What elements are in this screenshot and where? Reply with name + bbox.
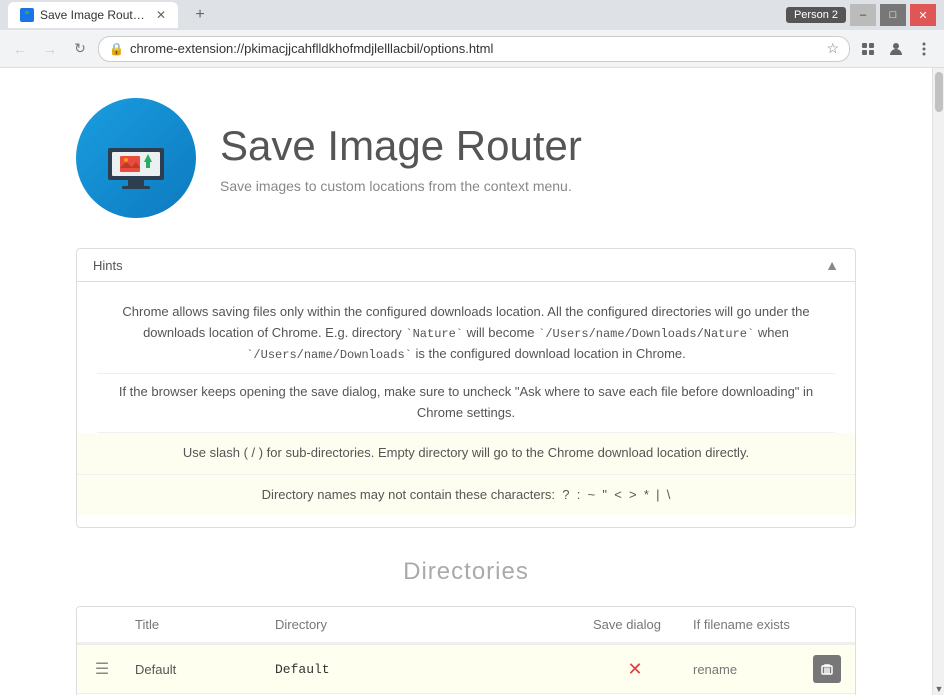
browser-content-wrap: Save Image Router Save images to custom … — [0, 68, 944, 695]
browser-tab[interactable]: Save Image Router optio ✕ — [8, 2, 178, 28]
maximize-button[interactable]: □ — [880, 4, 906, 26]
menu-button[interactable] — [912, 37, 936, 61]
hint-code-downloads: `/Users/name/Downloads` — [246, 348, 412, 362]
header-if-exists: If filename exists — [685, 617, 805, 632]
if-exists-cell-default: rename — [685, 662, 805, 677]
app-logo — [76, 98, 196, 218]
hint-row-3: Use slash ( / ) for sub-directories. Emp… — [77, 433, 855, 475]
page-content: Save Image Router Save images to custom … — [36, 68, 896, 695]
close-button[interactable]: ✕ — [910, 4, 936, 26]
tab-close-button[interactable]: ✕ — [156, 8, 166, 22]
delete-cell-default — [805, 655, 855, 683]
app-title: Save Image Router — [220, 122, 582, 170]
url-text: chrome-extension://pkimacjjcahflldkhofmd… — [130, 41, 820, 56]
table-header: Title Directory Save dialog If filename … — [77, 607, 855, 644]
hint-row-2: If the browser keeps opening the save di… — [97, 374, 835, 433]
title-bar-left: Save Image Router optio ✕ + — [8, 2, 212, 28]
address-bar-input[interactable]: 🔒 chrome-extension://pkimacjjcahflldkhof… — [98, 36, 850, 62]
hints-content: Chrome allows saving files only within t… — [77, 282, 855, 527]
header-delete — [805, 617, 855, 632]
hint-row-1: Chrome allows saving files only within t… — [97, 294, 835, 374]
lock-icon: 🔒 — [109, 42, 124, 56]
scrollbar-track[interactable]: ▲ ▼ — [932, 68, 944, 695]
hints-toggle-button[interactable]: ▲ — [825, 257, 839, 273]
bookmark-icon[interactable]: ☆ — [826, 40, 839, 57]
hints-header: Hints ▲ — [77, 249, 855, 282]
save-dialog-cell-default: ✕ — [585, 659, 685, 680]
tab-favicon — [20, 8, 34, 22]
reload-button[interactable]: ↻ — [68, 37, 92, 61]
directory-cell-default: Default — [267, 662, 585, 677]
scrollbar-thumb[interactable] — [935, 72, 943, 112]
app-subtitle: Save images to custom locations from the… — [220, 178, 582, 194]
toolbar-icons — [856, 37, 936, 61]
forward-button[interactable]: → — [38, 37, 62, 61]
title-cell-default: Default — [127, 662, 267, 677]
drag-handle-default[interactable]: ☰ — [77, 659, 127, 679]
table-row: ☰ Default Default ✕ rename — [77, 644, 855, 693]
hint-become-word: become — [488, 325, 534, 340]
header-save-dialog: Save dialog — [585, 617, 685, 632]
person-label: Person 2 — [786, 7, 846, 23]
header-directory: Directory — [267, 617, 585, 632]
directories-title: Directories — [76, 558, 856, 586]
browser-content: Save Image Router Save images to custom … — [0, 68, 932, 695]
title-bar-right: Person 2 – □ ✕ — [786, 4, 936, 26]
scrollbar-down-arrow[interactable]: ▼ — [933, 683, 944, 695]
hint-code-path: `/Users/name/Downloads/Nature` — [538, 327, 754, 341]
back-button[interactable]: ← — [8, 37, 32, 61]
delete-button-default[interactable] — [813, 655, 841, 683]
hints-box: Hints ▲ Chrome allows saving files only … — [76, 248, 856, 528]
minimize-button[interactable]: – — [850, 4, 876, 26]
hint-when-word: when — [758, 325, 789, 340]
hint-code-nature: `Nature` — [405, 327, 463, 341]
title-bar: Save Image Router optio ✕ + Person 2 – □… — [0, 0, 944, 30]
app-header: Save Image Router Save images to custom … — [76, 98, 856, 218]
hints-title: Hints — [93, 258, 123, 273]
app-title-area: Save Image Router Save images to custom … — [220, 122, 582, 194]
header-title: Title — [127, 617, 267, 632]
profile-button[interactable] — [884, 37, 908, 61]
directories-table: Title Directory Save dialog If filename … — [76, 606, 856, 695]
tab-title: Save Image Router optio — [40, 8, 150, 22]
header-drag — [77, 617, 127, 632]
address-bar: ← → ↻ 🔒 chrome-extension://pkimacjjcahfl… — [0, 30, 944, 68]
new-tab-button[interactable]: + — [188, 3, 212, 27]
extensions-button[interactable] — [856, 37, 880, 61]
hint-row-4: Directory names may not contain these ch… — [77, 475, 855, 516]
